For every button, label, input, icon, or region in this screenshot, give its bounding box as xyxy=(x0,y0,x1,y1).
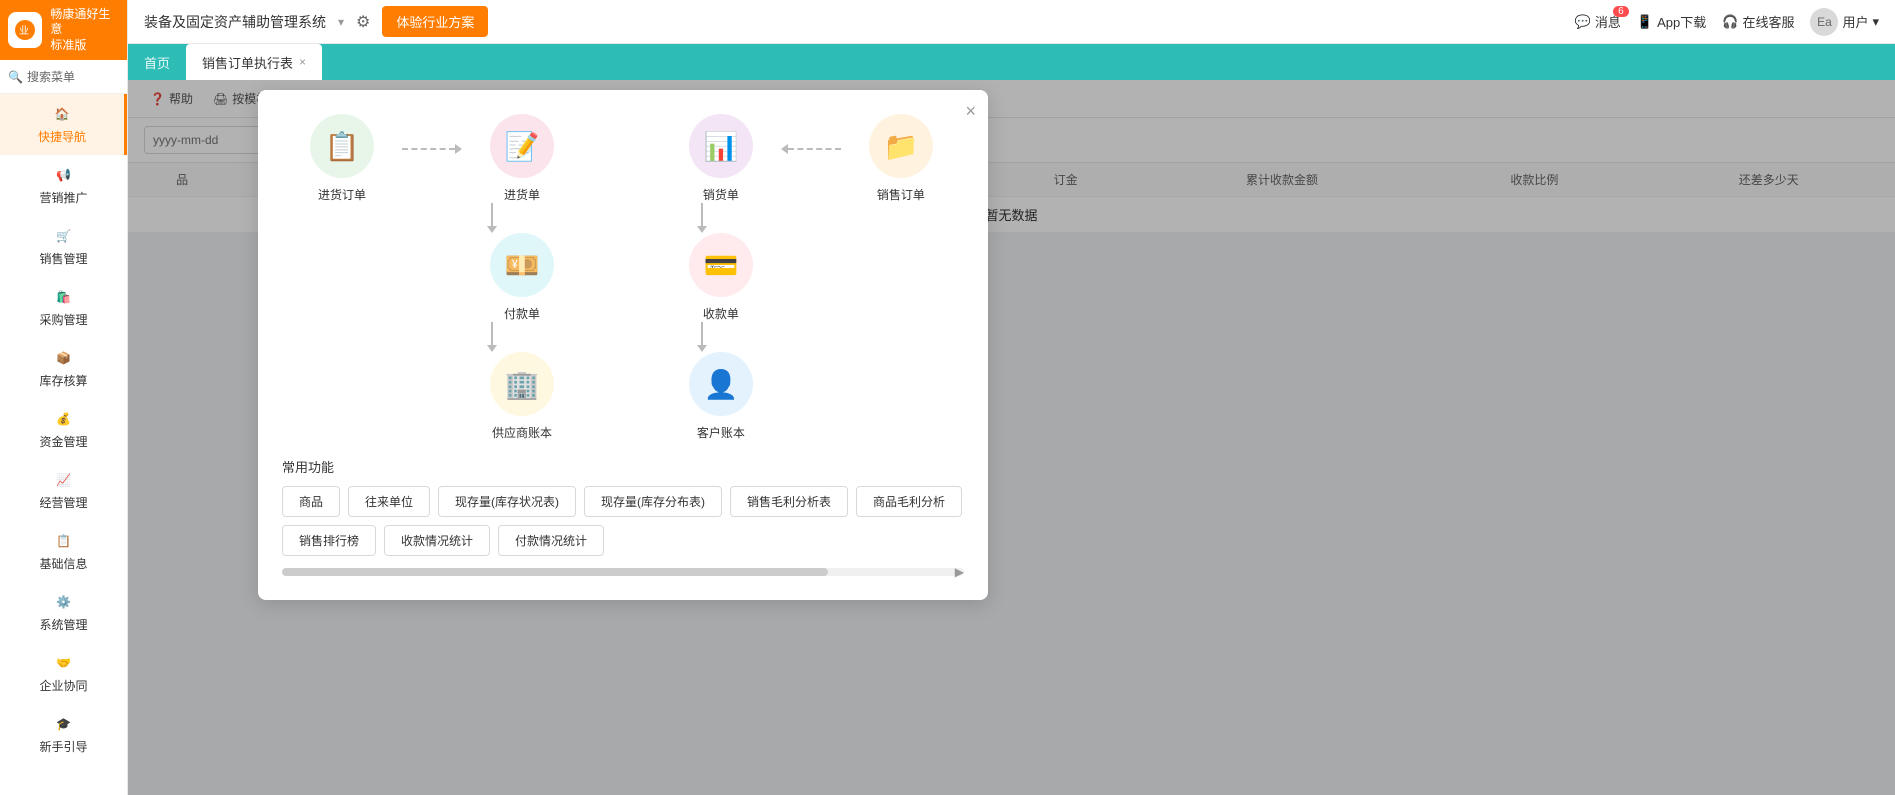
basic-info-icon: 📋 xyxy=(54,531,74,551)
system-title: 装备及固定资产辅助管理系统 xyxy=(144,12,326,32)
sidebar-item-quick-nav[interactable]: 🏠 快捷导航 xyxy=(0,94,127,155)
top-header: 装备及固定资产辅助管理系统 ▾ ⚙ 体验行业方案 💬 消息 6 📱 App下载 … xyxy=(128,0,1895,44)
service-icon: 🎧 xyxy=(1722,14,1738,30)
search-icon: 🔍 xyxy=(8,70,23,84)
flow-node-sales-order[interactable]: 📁 销售订单 xyxy=(841,114,961,203)
sidebar-item-purchase[interactable]: 🛍️ 采购管理 xyxy=(0,277,127,338)
quick-btn-payment-stats[interactable]: 付款情况统计 xyxy=(498,525,604,556)
flow-node-receipt-bill[interactable]: 💳 收款单 xyxy=(661,233,781,322)
quick-btn-inventory-dist[interactable]: 现存量(库存分布表) xyxy=(584,486,722,517)
top-right-area: 💬 消息 6 📱 App下载 🎧 在线客服 Ea 用户 ▾ xyxy=(1575,8,1879,36)
message-icon: 💬 xyxy=(1575,14,1591,30)
message-button[interactable]: 💬 消息 6 xyxy=(1575,12,1621,31)
v-arrow-purchase-bill xyxy=(462,203,522,233)
arrow-sales-bill-to-order xyxy=(781,144,841,154)
quick-btn-inventory-status[interactable]: 现存量(库存状况表) xyxy=(438,486,576,517)
guide-icon: 🎓 xyxy=(54,714,74,734)
quick-buttons-row1: 商品 往来单位 现存量(库存状况表) 现存量(库存分布表) 销售毛利分析表 商品… xyxy=(282,486,964,517)
home-icon: 🏠 xyxy=(52,104,72,124)
sidebar-item-sales[interactable]: 🛒 销售管理 xyxy=(0,216,127,277)
purchase-icon: 🛍️ xyxy=(54,287,74,307)
quick-buttons-row2: 销售排行榜 收款情况统计 付款情况统计 xyxy=(282,525,964,556)
quick-btn-contacts[interactable]: 往来单位 xyxy=(348,486,430,517)
app-download-button[interactable]: 📱 App下载 xyxy=(1637,12,1706,31)
tab-home[interactable]: 首页 xyxy=(128,44,186,80)
finance-icon: 💰 xyxy=(54,409,74,429)
quick-btn-sales-margin[interactable]: 销售毛利分析表 xyxy=(730,486,848,517)
message-badge: 6 xyxy=(1613,6,1629,17)
quick-btn-receipt-stats[interactable]: 收款情况统计 xyxy=(384,525,490,556)
sidebar-item-enterprise[interactable]: 🤝 企业协同 xyxy=(0,643,127,704)
online-service-button[interactable]: 🎧 在线客服 xyxy=(1722,12,1794,31)
sidebar-item-marketing[interactable]: 📢 营销推广 xyxy=(0,155,127,216)
settings-icon[interactable]: ⚙ xyxy=(356,12,370,32)
sidebar-nav: 🏠 快捷导航 📢 营销推广 🛒 销售管理 🛍️ 采购管理 📦 库存核算 💰 xyxy=(0,94,127,795)
scroll-right-icon[interactable]: ▶ xyxy=(955,565,964,579)
sidebar-search[interactable]: 🔍 搜索菜单 xyxy=(0,60,127,94)
v-arrow-receipt xyxy=(642,322,762,352)
sidebar: 业 畅康通好生意 标准版 🔍 搜索菜单 🏠 快捷导航 📢 营销推广 🛒 销售管理 xyxy=(0,0,128,795)
avatar: Ea xyxy=(1810,8,1838,36)
quick-btn-product-margin[interactable]: 商品毛利分析 xyxy=(856,486,962,517)
popup-scrollbar[interactable]: ▶ xyxy=(282,568,964,576)
tab-bar: 首页 销售订单执行表 × xyxy=(128,44,1895,80)
user-menu[interactable]: Ea 用户 ▾ xyxy=(1810,8,1879,36)
quick-functions: 常用功能 商品 往来单位 现存量(库存状况表) 现存量(库存分布表) 销售毛利分… xyxy=(282,457,964,556)
logo-text: 畅康通好生意 标准版 xyxy=(50,7,119,54)
sidebar-item-finance[interactable]: 💰 资金管理 xyxy=(0,399,127,460)
arrow-purchase-order-to-bill xyxy=(402,144,462,154)
popup: × 📋 进货订单 xyxy=(258,90,988,600)
try-button[interactable]: 体验行业方案 xyxy=(382,6,488,37)
quick-btn-sales-ranking[interactable]: 销售排行榜 xyxy=(282,525,376,556)
sidebar-item-inventory[interactable]: 📦 库存核算 xyxy=(0,338,127,399)
user-dropdown-icon: ▾ xyxy=(1872,14,1879,30)
flow-node-payment-bill[interactable]: 💴 付款单 xyxy=(462,233,582,322)
logo-icon: 业 xyxy=(8,12,42,48)
quick-btn-product[interactable]: 商品 xyxy=(282,486,340,517)
marketing-icon: 📢 xyxy=(54,165,74,185)
content-area: ❓ 帮助 🖨 按模板打印 ▾ ⬆ 导出 🔄 刷新 xyxy=(128,80,1895,795)
main-area: 装备及固定资产辅助管理系统 ▾ ⚙ 体验行业方案 💬 消息 6 📱 App下载 … xyxy=(128,0,1895,795)
system-icon: ⚙️ xyxy=(54,592,74,612)
sidebar-item-guide[interactable]: 🎓 新手引导 xyxy=(0,704,127,765)
scrollbar-thumb xyxy=(282,568,828,576)
v-arrow-sales-bill xyxy=(642,203,762,233)
flow-node-customer-ledger[interactable]: 👤 客户账本 xyxy=(661,352,781,441)
flow-node-supplier-ledger[interactable]: 🏢 供应商账本 xyxy=(462,352,582,441)
tab-close-icon[interactable]: × xyxy=(299,55,306,69)
flow-node-purchase-order[interactable]: 📋 进货订单 xyxy=(282,114,402,203)
enterprise-icon: 🤝 xyxy=(54,653,74,673)
sidebar-logo: 业 畅康通好生意 标准版 xyxy=(0,0,127,60)
download-icon: 📱 xyxy=(1637,14,1653,30)
tab-sales-order[interactable]: 销售订单执行表 × xyxy=(186,44,322,80)
sidebar-item-basic-info[interactable]: 📋 基础信息 xyxy=(0,521,127,582)
popup-close-button[interactable]: × xyxy=(965,102,976,120)
v-arrow-payment xyxy=(462,322,522,352)
popup-overlay[interactable]: × 📋 进货订单 xyxy=(128,80,1895,795)
flow-node-purchase-bill[interactable]: 📝 进货单 xyxy=(462,114,582,203)
operations-icon: 📈 xyxy=(54,470,74,490)
system-dropdown-icon[interactable]: ▾ xyxy=(338,15,344,29)
inventory-icon: 📦 xyxy=(54,348,74,368)
sales-icon: 🛒 xyxy=(54,226,74,246)
flow-node-sales-bill[interactable]: 📊 销货单 xyxy=(661,114,781,203)
svg-text:业: 业 xyxy=(19,25,29,37)
sidebar-item-system[interactable]: ⚙️ 系统管理 xyxy=(0,582,127,643)
sidebar-item-operations[interactable]: 📈 经营管理 xyxy=(0,460,127,521)
quick-title: 常用功能 xyxy=(282,457,964,476)
